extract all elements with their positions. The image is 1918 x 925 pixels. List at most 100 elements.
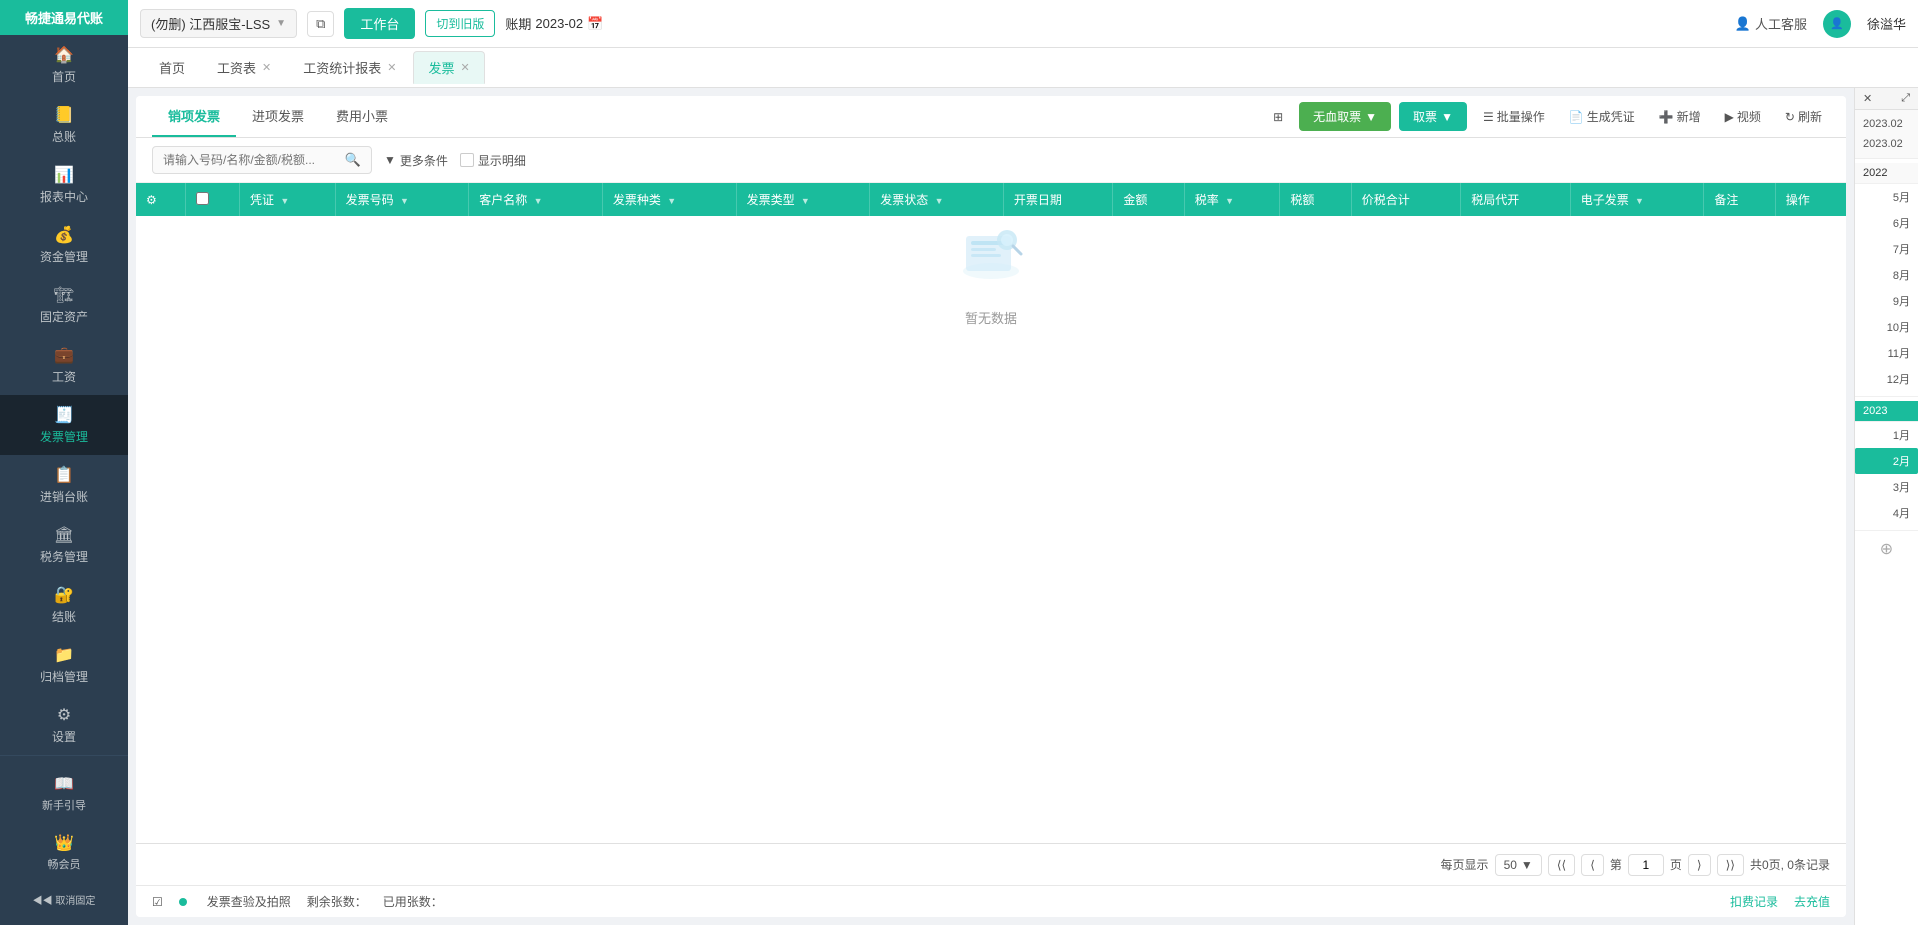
date-entry-2023-02-a[interactable]: 2023.02	[1863, 114, 1910, 134]
first-page-btn[interactable]: ⟨⟨	[1548, 854, 1575, 876]
recharge-link[interactable]: 去充值	[1794, 893, 1830, 910]
take-ticket-btn[interactable]: 取票 ▼	[1399, 102, 1467, 131]
sidebar-item-reports[interactable]: 📊 报表中心	[0, 155, 128, 215]
sidebar-item-payroll[interactable]: 💼 工资	[0, 335, 128, 395]
page-size-select[interactable]: 50 ▼	[1495, 854, 1542, 876]
no-invoice-btn[interactable]: 无血取票 ▼	[1299, 102, 1391, 131]
month-2022-11[interactable]: 11月	[1855, 340, 1918, 366]
refresh-btn[interactable]: ↻ 刷新	[1777, 103, 1830, 130]
sidebar-item-general-ledger[interactable]: 📒 总账	[0, 95, 128, 155]
col-total[interactable]: 价税合计	[1351, 183, 1460, 216]
customer-service[interactable]: 👤 人工客服	[1735, 14, 1807, 33]
sub-tabs: 销项发票 进项发票 费用小票 ⊞ 无血取票 ▼ 取票	[136, 96, 1846, 138]
last-page-btn[interactable]: ⟩⟩	[1717, 854, 1744, 876]
sidebar-item-member[interactable]: 👑 畅会员	[0, 823, 128, 882]
prev-page-btn[interactable]: ⟨	[1581, 854, 1604, 876]
deduction-record-link[interactable]: 扣费记录	[1730, 893, 1778, 910]
tab-payroll-label: 工资表	[217, 58, 256, 77]
tab-payroll[interactable]: 工资表 ✕	[202, 51, 286, 84]
sidebar-item-archive[interactable]: 📁 归档管理	[0, 635, 128, 695]
col-invoice-no[interactable]: 发票号码 ▼	[335, 183, 469, 216]
sidebar-item-guide[interactable]: 📖 新手引导	[0, 764, 128, 823]
date-panel-bottom-icon[interactable]: ⊕	[1855, 531, 1918, 567]
col-customer[interactable]: 客户名称 ▼	[469, 183, 603, 216]
sidebar-item-fixed-assets[interactable]: 🏗 固定资产	[0, 275, 128, 335]
filter-icon-btn[interactable]: ⊞	[1265, 105, 1291, 129]
col-tax-rate[interactable]: 税率 ▼	[1184, 183, 1280, 216]
col-electronic[interactable]: 电子发票 ▼	[1570, 183, 1704, 216]
take-ticket-dropdown-arrow: ▼	[1441, 110, 1453, 124]
tab-payroll-stats[interactable]: 工资统计报表 ✕	[288, 51, 411, 84]
sidebar-item-invoice[interactable]: 🧾 发票管理	[0, 395, 128, 455]
month-2022-12[interactable]: 12月	[1855, 366, 1918, 392]
date-expand-icon[interactable]: ⤢	[1901, 92, 1910, 105]
show-detail-checkbox[interactable]	[460, 153, 474, 167]
col-status[interactable]: 发票状态 ▼	[870, 183, 1004, 216]
no-invoice-label: 无血取票	[1313, 108, 1361, 125]
date-entry-2023-02-b[interactable]: 2023.02	[1863, 134, 1910, 154]
settings-icon: ⚙	[57, 705, 71, 725]
tab-invoice[interactable]: 发票 ✕	[413, 51, 484, 84]
sidebar-item-guide-label: 新手引导	[42, 797, 86, 813]
search-input[interactable]	[163, 153, 339, 167]
show-detail-toggle[interactable]: 显示明细	[460, 152, 526, 169]
tab-home[interactable]: 首页	[144, 51, 200, 84]
month-2022-8[interactable]: 8月	[1855, 262, 1918, 288]
invoice-icon: 🧾	[54, 405, 74, 425]
col-settings[interactable]: ⚙	[136, 183, 186, 216]
month-2022-10[interactable]: 10月	[1855, 314, 1918, 340]
sidebar-item-pin[interactable]: ◀◀ 取消固定	[0, 882, 128, 917]
sidebar-item-closing[interactable]: 🔐 结账	[0, 575, 128, 635]
sub-tab-sales[interactable]: 销项发票	[152, 96, 236, 137]
sub-tab-expense[interactable]: 费用小票	[320, 96, 404, 137]
month-2022-9[interactable]: 9月	[1855, 288, 1918, 314]
archive-icon: 📁	[54, 645, 74, 665]
sidebar-item-member-label: 畅会员	[48, 856, 81, 872]
sidebar-item-funds[interactable]: 💰 资金管理	[0, 215, 128, 275]
switch-version-button[interactable]: 切到旧版	[425, 10, 495, 37]
tab-invoice-close[interactable]: ✕	[461, 61, 470, 74]
copy-button[interactable]: ⧉	[307, 11, 334, 37]
sidebar-item-sales-purchase[interactable]: 📋 进销台账	[0, 455, 128, 515]
month-2023-1[interactable]: 1月	[1855, 422, 1918, 448]
col-note[interactable]: 备注	[1704, 183, 1775, 216]
generate-voucher-btn[interactable]: 📄 生成凭证	[1561, 103, 1643, 130]
new-btn[interactable]: ➕ 新增	[1651, 103, 1709, 130]
date-close-icon[interactable]: ✕	[1863, 92, 1872, 105]
col-tax[interactable]: 税额	[1280, 183, 1351, 216]
page-input[interactable]	[1628, 854, 1664, 876]
year-2023-section: 2023 1月 2月 3月 4月	[1855, 397, 1918, 531]
sidebar-item-home[interactable]: 🏠 首页	[0, 35, 128, 95]
month-2023-4[interactable]: 4月	[1855, 500, 1918, 526]
col-open-date[interactable]: 开票日期	[1003, 183, 1112, 216]
col-invoice-category[interactable]: 发票类型 ▼	[736, 183, 870, 216]
col-invoice-type[interactable]: 发票种类 ▼	[602, 183, 736, 216]
col-voucher[interactable]: 凭证 ▼	[240, 183, 336, 216]
sidebar-item-tax[interactable]: 🏛 税务管理	[0, 515, 128, 575]
sidebar-item-settings[interactable]: ⚙ 设置	[0, 695, 128, 755]
sidebar-item-payroll-label: 工资	[52, 368, 76, 385]
sidebar-item-invoice-label: 发票管理	[40, 428, 88, 445]
col-amount[interactable]: 金额	[1113, 183, 1184, 216]
month-2023-3[interactable]: 3月	[1855, 474, 1918, 500]
month-2022-5[interactable]: 5月	[1855, 184, 1918, 210]
next-page-btn[interactable]: ⟩	[1688, 854, 1711, 876]
video-label: 视频	[1737, 108, 1761, 125]
col-checkbox[interactable]	[186, 183, 240, 216]
video-btn[interactable]: ▶ 视频	[1717, 103, 1769, 130]
sub-tab-purchase[interactable]: 进项发票	[236, 96, 320, 137]
month-2022-7[interactable]: 7月	[1855, 236, 1918, 262]
tab-payroll-stats-close[interactable]: ✕	[387, 61, 396, 74]
month-2023-2[interactable]: 2月	[1855, 448, 1918, 474]
tab-payroll-close[interactable]: ✕	[262, 61, 271, 74]
month-2022-6[interactable]: 6月	[1855, 210, 1918, 236]
username[interactable]: 徐溢华	[1867, 14, 1906, 33]
company-selector[interactable]: (勿删) 江西服宝-LSS ▼	[140, 9, 297, 38]
workspace-button[interactable]: 工作台	[344, 8, 415, 39]
sub-tab-purchase-label: 进项发票	[252, 109, 304, 124]
batch-op-btn[interactable]: ☰ 批量操作	[1475, 103, 1553, 130]
col-tax-office[interactable]: 税局代开	[1461, 183, 1570, 216]
filter-icon: ▼	[384, 153, 396, 167]
content-area: 销项发票 进项发票 费用小票 ⊞ 无血取票 ▼ 取票	[128, 88, 1918, 925]
more-conditions-btn[interactable]: ▼ 更多条件	[384, 152, 448, 169]
